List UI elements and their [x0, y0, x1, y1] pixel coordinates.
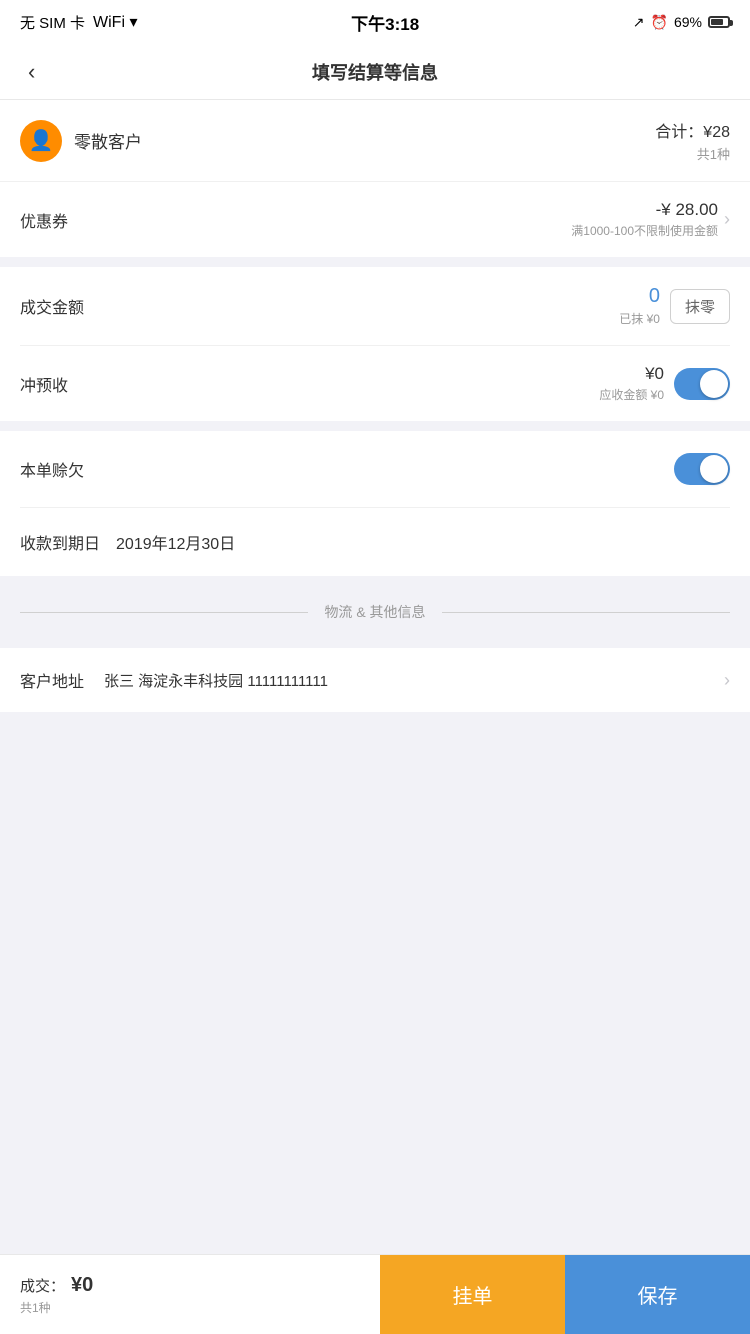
address-row[interactable]: 客户地址 张三 海淀永丰科技园 11111111111 ›	[20, 648, 730, 712]
logistics-section: 物流 & 其他信息	[0, 586, 750, 638]
coupon-label: 优惠券	[20, 208, 68, 232]
wifi-icon: WiFi ▾	[93, 12, 137, 32]
coupon-description: 满1000-100不限制使用金额	[571, 222, 718, 239]
location-icon: ↗	[633, 14, 645, 31]
content: 👤 零散客户 合计：¥28 共1种 优惠券 -¥ 28.00 满1000-100…	[0, 100, 750, 942]
carrier-label: 无 SIM 卡	[20, 12, 85, 33]
time-label: 下午3:18	[351, 10, 419, 35]
toggle-knob	[700, 370, 728, 398]
round-zero-button[interactable]: 抹零	[670, 289, 730, 324]
summary-count: 共1种	[20, 1299, 360, 1316]
summary-label: 成交：	[20, 1275, 65, 1296]
amount-right: 0 已抹 ¥0 抹零	[619, 285, 730, 327]
total-amount: 合计：¥28	[655, 118, 730, 142]
bottom-spacer	[0, 722, 750, 942]
due-date-value: 2019年12月30日	[116, 530, 235, 554]
battery-percent: 69%	[674, 14, 702, 30]
coupon-row[interactable]: 优惠券 -¥ 28.00 满1000-100不限制使用金额 ›	[0, 181, 750, 257]
coupon-discount: -¥ 28.00	[571, 200, 718, 220]
precharge-label: 冲预收	[20, 372, 100, 396]
precharge-row: 冲预收 ¥0 应收金额 ¥0	[20, 346, 730, 421]
battery-icon	[708, 16, 730, 28]
logistics-label: 物流 & 其他信息	[324, 602, 425, 622]
back-button[interactable]: ‹	[20, 51, 43, 93]
summary-amount: ¥0	[71, 1274, 93, 1297]
avatar-icon: 👤	[29, 128, 54, 153]
precharge-sub: 应收金额 ¥0	[599, 386, 664, 403]
debt-toggle-knob	[700, 455, 728, 483]
bottom-bar: 成交： ¥0 共1种 挂单 保存	[0, 1254, 750, 1334]
alarm-icon: ⏰	[651, 14, 668, 31]
bottom-summary: 成交： ¥0 共1种	[0, 1274, 380, 1316]
amount-value: 0	[619, 285, 660, 308]
status-right: ↗ ⏰ 69%	[633, 14, 730, 31]
customer-name: 零散客户	[74, 128, 142, 153]
transaction-section: 成交金额 0 已抹 ¥0 抹零 冲预收 ¥0 应收金额 ¥0	[0, 267, 750, 421]
address-value: 张三 海淀永丰科技园 11111111111	[104, 670, 328, 691]
amount-label: 成交金额	[20, 294, 100, 318]
precharge-right: ¥0 应收金额 ¥0	[599, 364, 730, 403]
address-chevron-icon: ›	[724, 670, 730, 691]
divider-line-right	[442, 612, 730, 613]
precharge-amount: ¥0 应收金额 ¥0	[599, 364, 664, 403]
address-left: 客户地址 张三 海淀永丰科技园 11111111111	[20, 668, 328, 692]
page-title: 填写结算等信息	[312, 59, 438, 85]
address-label: 客户地址	[20, 668, 84, 692]
logistics-divider: 物流 & 其他信息	[0, 586, 750, 638]
debt-label: 本单赊欠	[20, 457, 84, 481]
nav-bar: ‹ 填写结算等信息	[0, 44, 750, 100]
address-section: 客户地址 张三 海淀永丰科技园 11111111111 ›	[0, 648, 750, 712]
precharge-value: ¥0	[599, 364, 664, 384]
summary-top: 成交： ¥0	[20, 1274, 360, 1297]
transaction-amount-row: 成交金额 0 已抹 ¥0 抹零	[20, 267, 730, 346]
status-bar: 无 SIM 卡 WiFi ▾ 下午3:18 ↗ ⏰ 69%	[0, 0, 750, 44]
due-date-row: 收款到期日 2019年12月30日	[20, 508, 730, 576]
divider-line-left	[20, 612, 308, 613]
customer-right: 合计：¥28 共1种	[655, 118, 730, 163]
chevron-right-icon: ›	[724, 209, 730, 230]
hold-button[interactable]: 挂单	[380, 1255, 565, 1334]
customer-left: 👤 零散客户	[20, 120, 142, 162]
debt-row: 本单赊欠	[20, 431, 730, 508]
avatar: 👤	[20, 120, 62, 162]
total-count: 共1种	[655, 144, 730, 163]
customer-coupon-card: 👤 零散客户 合计：¥28 共1种 优惠券 -¥ 28.00 满1000-100…	[0, 100, 750, 257]
coupon-right: -¥ 28.00 满1000-100不限制使用金额 ›	[571, 200, 730, 239]
coupon-value-block: -¥ 28.00 满1000-100不限制使用金额	[571, 200, 718, 239]
debt-toggle[interactable]	[674, 453, 730, 485]
amount-sub: 已抹 ¥0	[619, 310, 660, 327]
save-button[interactable]: 保存	[565, 1255, 750, 1334]
due-date-label: 收款到期日	[20, 530, 100, 554]
status-left: 无 SIM 卡 WiFi ▾	[20, 12, 137, 33]
debt-section: 本单赊欠 收款到期日 2019年12月30日	[0, 431, 750, 576]
precharge-toggle[interactable]	[674, 368, 730, 400]
amount-block: 0 已抹 ¥0	[619, 285, 660, 327]
customer-row: 👤 零散客户 合计：¥28 共1种	[0, 100, 750, 181]
